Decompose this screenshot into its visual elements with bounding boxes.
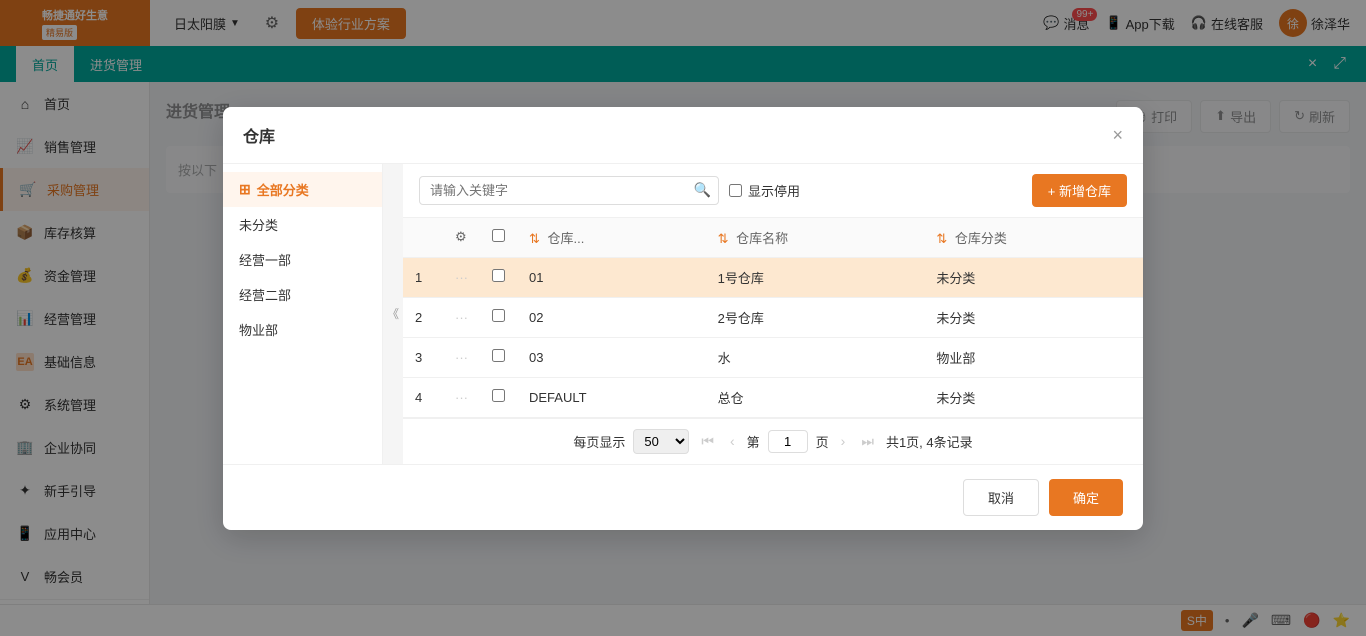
confirm-button[interactable]: 确定 <box>1049 479 1123 516</box>
page-size-select[interactable]: 50 10 20 100 <box>633 429 689 454</box>
warehouse-table: ⚙ ⇅ 仓库... ⇅ <box>403 218 1143 418</box>
row-name: 水 <box>706 337 925 377</box>
row-num: 2 <box>403 297 443 337</box>
pagination: 每页显示 50 10 20 100 ⏮ ‹ 第 页 › ⏭ 共1页, 4条记录 <box>403 418 1143 464</box>
row-num: 4 <box>403 377 443 417</box>
modal-footer: 取消 确定 <box>223 464 1143 530</box>
cat-item-unclassified[interactable]: 未分类 <box>223 207 382 242</box>
warehouse-modal: 仓库 × ⊞ 全部分类 未分类 经营一部 经营二部 <box>223 107 1143 530</box>
show-disabled-checkbox[interactable] <box>729 184 742 197</box>
prev-page-button[interactable]: ‹ <box>726 431 739 451</box>
sort-icon-category: ⇅ <box>936 231 947 246</box>
page-label: 页 <box>816 432 829 451</box>
row-settings[interactable]: ··· <box>443 297 480 337</box>
row-settings[interactable]: ··· <box>443 337 480 377</box>
row-code: 01 <box>517 257 706 297</box>
category-sidebar: ⊞ 全部分类 未分类 经营一部 经营二部 物业部 <box>223 164 383 464</box>
show-disabled-wrap: 显示停用 <box>729 181 800 200</box>
col-category-label: 仓库分类 <box>955 231 1007 246</box>
col-name-label: 仓库名称 <box>736 231 788 246</box>
col-num <box>403 218 443 258</box>
row-code: 02 <box>517 297 706 337</box>
modal-header: 仓库 × <box>223 107 1143 164</box>
search-input[interactable] <box>419 176 719 205</box>
search-wrap: 🔍 <box>419 176 719 205</box>
page-summary: 共1页, 4条记录 <box>886 432 973 451</box>
first-page-button[interactable]: ⏮ <box>697 431 718 452</box>
row-code: DEFAULT <box>517 377 706 417</box>
row-name: 总仓 <box>706 377 925 417</box>
all-categories-icon: ⊞ <box>239 181 251 198</box>
row-category: 未分类 <box>924 377 1143 417</box>
cancel-button[interactable]: 取消 <box>963 479 1039 516</box>
show-disabled-label: 显示停用 <box>748 181 800 200</box>
row-checkbox[interactable] <box>480 257 517 297</box>
page-size-label: 每页显示 <box>573 432 625 451</box>
modal-title: 仓库 <box>243 123 275 147</box>
select-all-checkbox[interactable] <box>492 229 505 242</box>
cat-item-dept2[interactable]: 经营二部 <box>223 277 382 312</box>
col-category-header[interactable]: ⇅ 仓库分类 <box>924 218 1143 258</box>
col-code-header[interactable]: ⇅ 仓库... <box>517 218 706 258</box>
settings-col-icon[interactable]: ⚙ <box>455 229 467 244</box>
table-row[interactable]: 1 ··· 01 1号仓库 未分类 <box>403 257 1143 297</box>
row-code: 03 <box>517 337 706 377</box>
row-category: 未分类 <box>924 257 1143 297</box>
row-name: 1号仓库 <box>706 257 925 297</box>
cat-item-property[interactable]: 物业部 <box>223 312 382 347</box>
all-categories-label: 全部分类 <box>257 180 309 199</box>
unclassified-label: 未分类 <box>239 215 278 234</box>
table-header-row: ⚙ ⇅ 仓库... ⇅ <box>403 218 1143 258</box>
page-number-input[interactable] <box>768 430 808 453</box>
row-settings[interactable]: ··· <box>443 377 480 417</box>
table-row[interactable]: 4 ··· DEFAULT 总仓 未分类 <box>403 377 1143 417</box>
row-settings[interactable]: ··· <box>443 257 480 297</box>
sidebar-collapse-button[interactable]: 《 <box>383 164 403 464</box>
col-name-header[interactable]: ⇅ 仓库名称 <box>706 218 925 258</box>
next-page-button[interactable]: › <box>837 431 850 451</box>
table-toolbar: 🔍 显示停用 + 新增仓库 <box>403 164 1143 218</box>
sort-icon-code: ⇅ <box>529 231 540 246</box>
property-label: 物业部 <box>239 320 278 339</box>
dept2-label: 经营二部 <box>239 285 291 304</box>
cat-item-all[interactable]: ⊞ 全部分类 <box>223 172 382 207</box>
last-page-button[interactable]: ⏭ <box>857 431 878 452</box>
row-checkbox[interactable] <box>480 377 517 417</box>
page-num-label: 第 <box>747 432 760 451</box>
row-name: 2号仓库 <box>706 297 925 337</box>
col-code-label: 仓库... <box>548 231 585 246</box>
table-area: 🔍 显示停用 + 新增仓库 <box>403 164 1143 464</box>
row-checkbox[interactable] <box>480 337 517 377</box>
dept1-label: 经营一部 <box>239 250 291 269</box>
row-checkbox[interactable] <box>480 297 517 337</box>
row-num: 3 <box>403 337 443 377</box>
col-checkbox-header: ⚙ <box>443 218 480 258</box>
search-icon[interactable]: 🔍 <box>694 182 711 199</box>
col-cb <box>480 218 517 258</box>
table-row[interactable]: 2 ··· 02 2号仓库 未分类 <box>403 297 1143 337</box>
sort-icon-name: ⇅ <box>718 231 729 246</box>
collapse-icon: 《 <box>387 305 399 322</box>
modal-overlay: 仓库 × ⊞ 全部分类 未分类 经营一部 经营二部 <box>0 0 1366 636</box>
cat-item-dept1[interactable]: 经营一部 <box>223 242 382 277</box>
modal-body: ⊞ 全部分类 未分类 经营一部 经营二部 物业部 《 <box>223 164 1143 464</box>
add-warehouse-button[interactable]: + 新增仓库 <box>1032 174 1127 207</box>
row-category: 物业部 <box>924 337 1143 377</box>
row-num: 1 <box>403 257 443 297</box>
modal-close-button[interactable]: × <box>1112 126 1123 144</box>
table-scroll: ⚙ ⇅ 仓库... ⇅ <box>403 218 1143 418</box>
row-category: 未分类 <box>924 297 1143 337</box>
table-row[interactable]: 3 ··· 03 水 物业部 <box>403 337 1143 377</box>
